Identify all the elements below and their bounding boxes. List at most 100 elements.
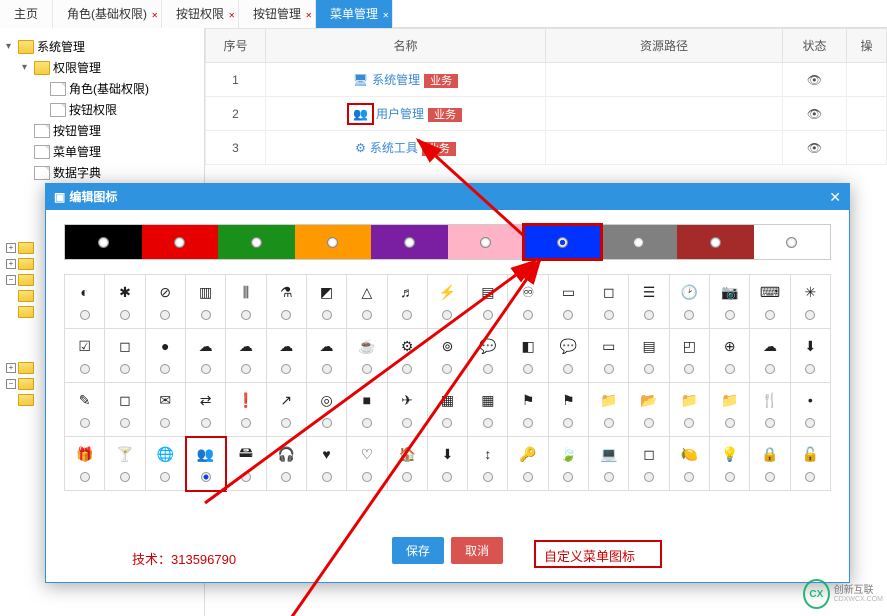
icon-option[interactable]: 📷 (710, 275, 750, 329)
icon-option[interactable]: 🕑 (670, 275, 710, 329)
icon-option[interactable]: ⚑ (508, 383, 548, 437)
icon-option[interactable]: ◐ (65, 275, 105, 329)
close-icon[interactable]: ✕ (382, 2, 389, 30)
icon-option[interactable]: • (791, 383, 831, 437)
icon-option[interactable]: 🔑 (508, 437, 548, 491)
tree-node-btnperm[interactable]: 按钮权限 (6, 99, 198, 120)
icon-option[interactable]: ▦ (428, 383, 468, 437)
icon-option[interactable]: ◎ (307, 383, 347, 437)
icon-option[interactable]: ⬇ (791, 329, 831, 383)
icon-option[interactable]: ⚗ (267, 275, 307, 329)
icon-option[interactable]: ☁ (226, 329, 266, 383)
table-row[interactable]: 2 👥用户管理业务 👁 (206, 97, 887, 131)
icon-option[interactable]: ☰ (629, 275, 669, 329)
icon-option[interactable]: ⇄ (186, 383, 226, 437)
icon-option[interactable]: ⊚ (428, 329, 468, 383)
dialog-header[interactable]: ▣编辑图标 ✕ (46, 184, 849, 210)
icon-option[interactable]: ♾ (508, 275, 548, 329)
tab-home[interactable]: 主页 (0, 0, 53, 28)
icon-option[interactable]: ▦ (468, 383, 508, 437)
icon-option[interactable]: 📁 (589, 383, 629, 437)
icon-option[interactable]: ◩ (307, 275, 347, 329)
icon-option[interactable]: ◰ (670, 329, 710, 383)
close-icon[interactable]: ✕ (228, 2, 235, 30)
icon-option[interactable]: ⫼ (226, 275, 266, 329)
icon-option[interactable]: ☁ (750, 329, 790, 383)
icon-option[interactable]: ↗ (267, 383, 307, 437)
icon-option[interactable]: 📁 (670, 383, 710, 437)
icon-option[interactable]: ◻ (629, 437, 669, 491)
icon-option[interactable]: ✳ (791, 275, 831, 329)
icon-option[interactable]: 🍴 (750, 383, 790, 437)
tree-node-perm[interactable]: ▾权限管理 (6, 57, 198, 78)
icon-option[interactable]: ■ (347, 383, 387, 437)
color-swatch[interactable] (295, 225, 372, 259)
icon-option[interactable]: 🍃 (549, 437, 589, 491)
color-swatch[interactable] (371, 225, 448, 259)
icon-option[interactable]: △ (347, 275, 387, 329)
icon-option[interactable]: ↕ (468, 437, 508, 491)
table-row[interactable]: 1 🖥系统管理业务 👁 (206, 63, 887, 97)
icon-option[interactable]: ⚡ (428, 275, 468, 329)
icon-option[interactable]: ▤ (629, 329, 669, 383)
icon-option[interactable]: 📂 (629, 383, 669, 437)
icon-option[interactable]: ◧ (508, 329, 548, 383)
icon-option[interactable]: ▭ (589, 329, 629, 383)
icon-option[interactable]: ☁ (307, 329, 347, 383)
icon-option[interactable]: 🔓 (791, 437, 831, 491)
icon-option[interactable]: ● (146, 329, 186, 383)
color-swatch[interactable] (65, 225, 142, 259)
eye-icon[interactable]: 👁 (783, 63, 847, 97)
color-swatch[interactable] (142, 225, 219, 259)
color-swatch[interactable] (524, 225, 601, 259)
save-button[interactable]: 保存 (392, 537, 444, 564)
tree-node-system[interactable]: ▾系统管理 (6, 36, 198, 57)
icon-option[interactable]: 🎧 (267, 437, 307, 491)
icon-option[interactable]: 💻 (589, 437, 629, 491)
close-icon[interactable]: ✕ (829, 184, 841, 210)
icon-option[interactable]: ♥ (307, 437, 347, 491)
tab-btn-mgmt[interactable]: 按钮管理✕ (239, 0, 316, 28)
icon-option[interactable]: ✱ (105, 275, 145, 329)
icon-option[interactable]: 💡 (710, 437, 750, 491)
icon-option[interactable]: ⚑ (549, 383, 589, 437)
color-swatch[interactable] (754, 225, 831, 259)
eye-icon[interactable]: 👁 (783, 97, 847, 131)
table-row[interactable]: 3 ⚙系统工具业务 👁 (206, 131, 887, 165)
color-swatch[interactable] (218, 225, 295, 259)
tab-btn-perm[interactable]: 按钮权限✕ (162, 0, 239, 28)
icon-option[interactable]: ♬ (388, 275, 428, 329)
color-swatch[interactable] (448, 225, 525, 259)
tab-menu-mgmt[interactable]: 菜单管理✕ (316, 0, 393, 28)
icon-option[interactable]: ⊘ (146, 275, 186, 329)
icon-option[interactable]: ⚙ (388, 329, 428, 383)
icon-option[interactable]: ❗ (226, 383, 266, 437)
eye-icon[interactable]: 👁 (783, 131, 847, 165)
icon-option[interactable]: 💬 (468, 329, 508, 383)
icon-option[interactable]: ⊕ (710, 329, 750, 383)
tree-node-datadict[interactable]: 数据字典 (6, 162, 198, 183)
icon-option[interactable]: ⌨ (750, 275, 790, 329)
icon-option[interactable]: 🍋 (670, 437, 710, 491)
close-icon[interactable]: ✕ (305, 2, 312, 30)
icon-option[interactable]: ✎ (65, 383, 105, 437)
close-icon[interactable]: ✕ (151, 2, 158, 30)
color-swatch[interactable] (677, 225, 754, 259)
tree-node-btnmgmt[interactable]: 按钮管理 (6, 120, 198, 141)
icon-option[interactable]: ◻ (105, 329, 145, 383)
tree-node-role[interactable]: 角色(基础权限) (6, 78, 198, 99)
icon-option[interactable]: ✉ (146, 383, 186, 437)
icon-option[interactable]: 🌐 (146, 437, 186, 491)
icon-option[interactable]: ☕ (347, 329, 387, 383)
tab-role[interactable]: 角色(基础权限)✕ (53, 0, 162, 28)
icon-option[interactable]: 🔒 (750, 437, 790, 491)
icon-option[interactable]: 🍸 (105, 437, 145, 491)
icon-option[interactable]: ▤ (468, 275, 508, 329)
icon-option[interactable]: ◻ (105, 383, 145, 437)
icon-option[interactable]: ♡ (347, 437, 387, 491)
icon-option[interactable]: ☁ (267, 329, 307, 383)
icon-option[interactable]: ▭ (549, 275, 589, 329)
icon-option[interactable]: ☁ (186, 329, 226, 383)
color-swatch[interactable] (601, 225, 678, 259)
icon-option[interactable]: ☑ (65, 329, 105, 383)
